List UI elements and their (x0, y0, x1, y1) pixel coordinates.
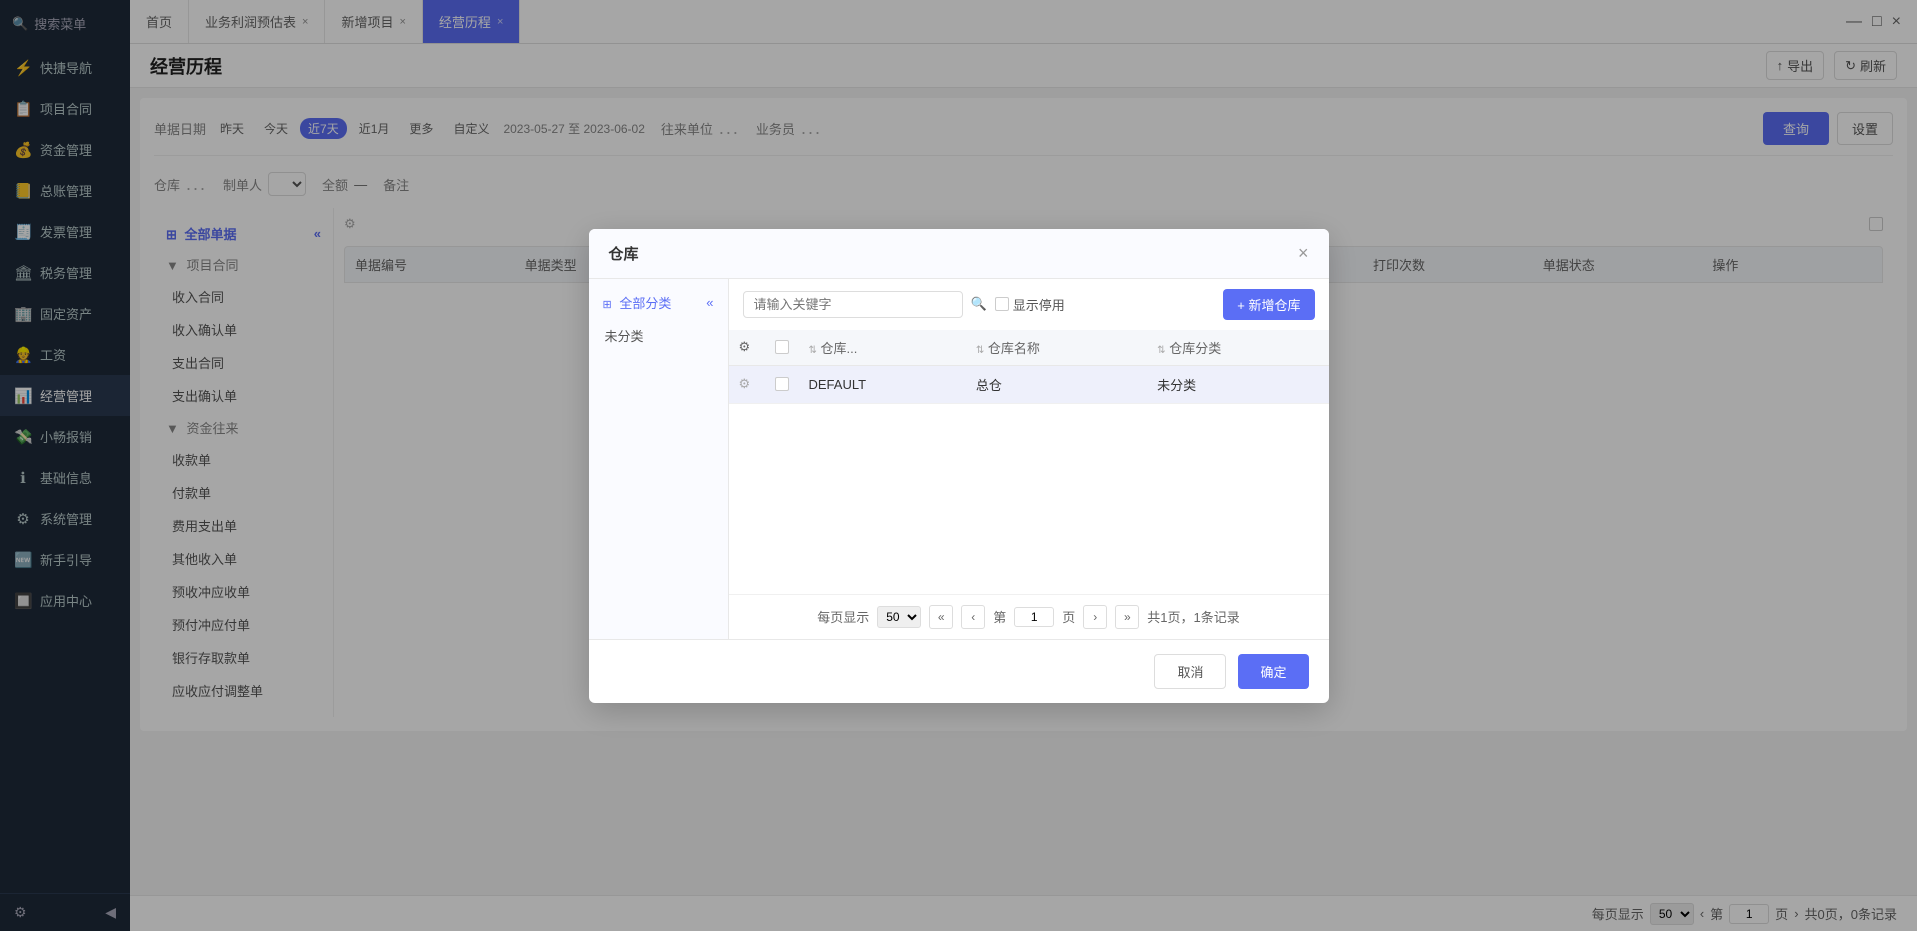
modal-table: ⚙ ⇅ 仓库... ⇅ (729, 330, 1329, 404)
row-gear-icon[interactable]: ⚙ (739, 376, 751, 391)
modal-total-records: 共1页，1条记录 (1147, 607, 1239, 626)
modal-last-page-btn[interactable]: » (1115, 605, 1139, 629)
uncategorized-label: 未分类 (605, 329, 644, 344)
show-disabled-checkbox[interactable] (995, 297, 1009, 311)
modal-table-header-row: ⚙ ⇅ 仓库... ⇅ (729, 330, 1329, 366)
row-category: 未分类 (1147, 365, 1328, 403)
modal-confirm-button[interactable]: 确定 (1238, 654, 1308, 689)
modal-right-panel: 🔍 显示停用 + 新增仓库 ⚙ (729, 279, 1329, 639)
modal-per-page-label: 每页显示 (817, 607, 869, 626)
warehouse-modal: 仓库 × ⊞ 全部分类 « 未分类 (589, 229, 1329, 703)
sort-icon3: ⇅ (1157, 345, 1165, 356)
modal-page-suffix: 页 (1062, 607, 1075, 626)
modal-close-btn[interactable]: × (1298, 243, 1309, 264)
table-row[interactable]: ⚙ DEFAULT 总仓 未分类 (729, 365, 1329, 403)
modal-uncategorized-item[interactable]: 未分类 (589, 318, 728, 353)
modal-search-icon: 🔍 (971, 296, 987, 312)
modal-table-body: ⚙ DEFAULT 总仓 未分类 (729, 365, 1329, 403)
col-checkbox-header (765, 330, 799, 366)
modal-header: 仓库 × (589, 229, 1329, 279)
modal-left-panel: ⊞ 全部分类 « 未分类 (589, 279, 729, 639)
modal-collapse-icon[interactable]: « (706, 295, 713, 310)
modal-per-page-select[interactable]: 50 (877, 606, 921, 628)
modal-toolbar: 🔍 显示停用 + 新增仓库 (729, 279, 1329, 330)
modal-table-head: ⚙ ⇅ 仓库... ⇅ (729, 330, 1329, 366)
show-disabled-toggle[interactable]: 显示停用 (995, 295, 1065, 314)
col-category-header: ⇅ 仓库分类 (1147, 330, 1328, 366)
all-category-text: 全部分类 (619, 296, 671, 311)
grid-icon2: ⊞ (603, 299, 612, 311)
modal-cancel-button[interactable]: 取消 (1154, 654, 1226, 689)
col-category-label: 仓库分类 (1169, 341, 1221, 356)
modal-prev-page-btn[interactable]: ‹ (961, 605, 985, 629)
all-category-label: ⊞ 全部分类 (603, 293, 672, 312)
modal-left-header: ⊞ 全部分类 « (589, 287, 728, 318)
modal-next-page-btn[interactable]: › (1083, 605, 1107, 629)
col-name-label: 仓库名称 (988, 341, 1040, 356)
gear-col-icon[interactable]: ⚙ (739, 339, 751, 354)
col-code-header: ⇅ 仓库... (799, 330, 966, 366)
modal-search-wrap: 🔍 显示停用 (743, 291, 1214, 318)
modal-pagination: 每页显示 50 « ‹ 第 页 › » 共1页，1条记录 (729, 594, 1329, 639)
col-name-header: ⇅ 仓库名称 (966, 330, 1147, 366)
modal-first-page-btn[interactable]: « (929, 605, 953, 629)
row-code: DEFAULT (799, 365, 966, 403)
row-gear: ⚙ (729, 365, 765, 403)
sort-icon2: ⇅ (976, 345, 984, 356)
col-code-label: 仓库... (821, 341, 858, 356)
col-settings-header: ⚙ (729, 330, 765, 366)
row-checkbox (765, 365, 799, 403)
row-select-checkbox[interactable] (775, 377, 789, 391)
select-all-checkbox[interactable] (775, 340, 789, 354)
modal-table-wrapper: ⚙ ⇅ 仓库... ⇅ (729, 330, 1329, 594)
modal-page-input[interactable] (1014, 607, 1054, 627)
modal-body: ⊞ 全部分类 « 未分类 🔍 (589, 279, 1329, 639)
modal-footer: 取消 确定 (589, 639, 1329, 703)
sort-icon: ⇅ (809, 345, 817, 356)
row-name: 总仓 (966, 365, 1147, 403)
add-warehouse-button[interactable]: + 新增仓库 (1223, 289, 1314, 320)
modal-page-label: 第 (993, 607, 1006, 626)
modal-overlay: 仓库 × ⊞ 全部分类 « 未分类 (0, 0, 1917, 931)
show-disabled-label: 显示停用 (1013, 295, 1065, 314)
modal-search-input[interactable] (743, 291, 963, 318)
modal-title: 仓库 (609, 243, 639, 264)
